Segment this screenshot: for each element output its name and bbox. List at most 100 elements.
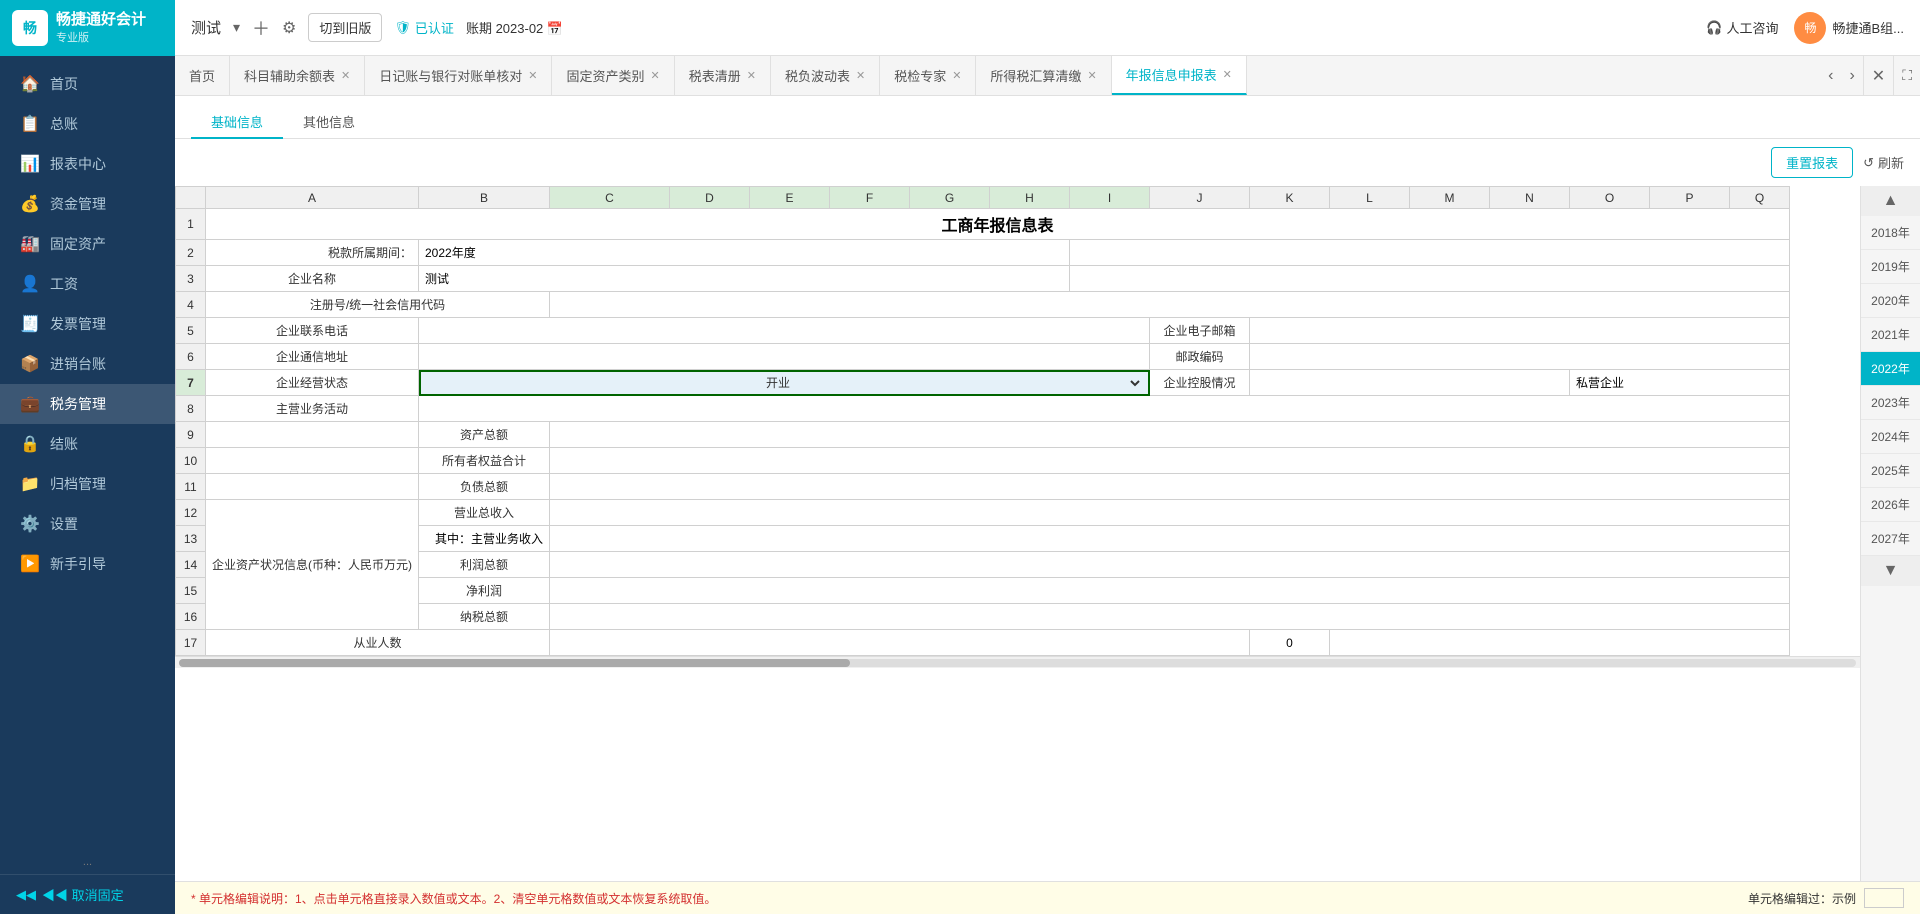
sidebar-item-tax[interactable]: 💼 税务管理 — [0, 384, 175, 424]
cell-11-b[interactable]: 负债总额 — [419, 474, 550, 500]
col-header-h[interactable]: H — [990, 187, 1070, 209]
business-status-select[interactable]: 开业 注销 吊销 迁出 撤销 — [425, 375, 1143, 391]
tab-tax-fluctuation[interactable]: 税负波动表 ✕ — [771, 56, 880, 95]
cell-6-val[interactable] — [419, 344, 1150, 370]
tab-next-button[interactable]: › — [1841, 56, 1862, 95]
cell-13-b-indent[interactable]: 其中：主营业务收入 — [419, 526, 550, 552]
cell-12-val[interactable] — [550, 500, 1790, 526]
user-menu[interactable]: 畅 畅捷通B组... — [1794, 12, 1904, 44]
sidebar-item-salary[interactable]: 👤 工资 — [0, 264, 175, 304]
tab-annual-report[interactable]: 年报信息申报表 ✕ — [1112, 56, 1247, 95]
cancel-pin-button[interactable]: ◀◀ ◀◀ 取消固定 — [0, 874, 175, 914]
col-header-d[interactable]: D — [670, 187, 750, 209]
year-item-2022[interactable]: 2022年 — [1861, 352, 1920, 386]
cell-9-val[interactable] — [550, 422, 1790, 448]
tab-prev-button[interactable]: ‹ — [1820, 56, 1841, 95]
col-header-i[interactable]: I — [1070, 187, 1150, 209]
cell-15-val[interactable] — [550, 578, 1790, 604]
cell-12-a[interactable]: 企业资产状况信息(币种：人民币万元) — [206, 500, 419, 630]
col-header-p[interactable]: P — [1650, 187, 1730, 209]
cell-12-b[interactable]: 营业总收入 — [419, 500, 550, 526]
col-header-e[interactable]: E — [750, 187, 830, 209]
col-header-g[interactable]: G — [910, 187, 990, 209]
sidebar-item-purchase[interactable]: 📦 进销台账 — [0, 344, 175, 384]
cell-6-a[interactable]: 企业通信地址 — [206, 344, 419, 370]
cell-17-val[interactable] — [550, 630, 1250, 656]
year-item-2019[interactable]: 2019年 — [1861, 250, 1920, 284]
cell-5-val[interactable] — [419, 318, 1150, 344]
cell-7-val[interactable]: 开业 注销 吊销 迁出 撤销 — [419, 370, 1150, 396]
tab-close-all-button[interactable]: ✕ — [1863, 56, 1893, 95]
cell-1-title[interactable]: 工商年报信息表 — [206, 209, 1790, 240]
header-add-button[interactable]: ＋ — [252, 15, 270, 41]
cell-14-b[interactable]: 利润总额 — [419, 552, 550, 578]
tab-close-icon[interactable]: ✕ — [1087, 69, 1096, 82]
tab-home[interactable]: 首页 — [175, 56, 230, 95]
tab-tax-list[interactable]: 税表清册 ✕ — [675, 56, 771, 95]
cell-7-a[interactable]: 企业经营状态 — [206, 370, 419, 396]
cell-16-b[interactable]: 纳税总额 — [419, 604, 550, 630]
cell-16-val[interactable] — [550, 604, 1790, 630]
cell-13-val[interactable] — [550, 526, 1790, 552]
col-header-m[interactable]: M — [1410, 187, 1490, 209]
col-header-k[interactable]: K — [1250, 187, 1330, 209]
cell-11-val[interactable] — [550, 474, 1790, 500]
cell-17-a[interactable]: 从业人数 — [206, 630, 550, 656]
col-header-b[interactable]: B — [419, 187, 550, 209]
cell-4-val[interactable] — [550, 292, 1790, 318]
cell-14-val[interactable] — [550, 552, 1790, 578]
switch-old-version-button[interactable]: 切到旧版 — [308, 13, 382, 42]
cell-6-j[interactable]: 邮政编码 — [1150, 344, 1250, 370]
sidebar-item-ledger[interactable]: 📋 总账 — [0, 104, 175, 144]
cell-2-b[interactable]: 2022年度 — [419, 240, 1070, 266]
cell-10-b[interactable]: 所有者权益合计 — [419, 448, 550, 474]
scroll-track[interactable] — [179, 659, 1856, 667]
sub-tab-other[interactable]: 其他信息 — [283, 106, 375, 139]
cell-4-a[interactable]: 注册号/统一社会信用代码 — [206, 292, 550, 318]
reset-report-button[interactable]: 重置报表 — [1771, 147, 1853, 178]
col-header-q[interactable]: Q — [1730, 187, 1790, 209]
cell-15-b[interactable]: 净利润 — [419, 578, 550, 604]
cell-10-val[interactable] — [550, 448, 1790, 474]
col-header-o[interactable]: O — [1570, 187, 1650, 209]
tab-income-tax[interactable]: 所得税汇算清缴 ✕ — [976, 56, 1111, 95]
cell-8-a[interactable]: 主营业务活动 — [206, 396, 419, 422]
col-header-n[interactable]: N — [1490, 187, 1570, 209]
year-item-2023[interactable]: 2023年 — [1861, 386, 1920, 420]
cell-6-j-val[interactable] — [1250, 344, 1790, 370]
cell-7-j-val[interactable] — [1250, 370, 1570, 396]
tab-close-icon[interactable]: ✕ — [341, 69, 350, 82]
year-panel-up-button[interactable]: ▲ — [1861, 186, 1920, 216]
header-dropdown-icon[interactable]: ▾ — [233, 19, 240, 36]
sidebar-item-archive[interactable]: 📁 归档管理 — [0, 464, 175, 504]
cell-9-b[interactable]: 资产总额 — [419, 422, 550, 448]
year-panel-down-button[interactable]: ▼ — [1861, 556, 1920, 586]
tab-tax-inspection[interactable]: 税检专家 ✕ — [880, 56, 976, 95]
cell-3-a[interactable]: 企业名称 — [206, 266, 419, 292]
consult-button[interactable]: 🎧 人工咨询 — [1706, 18, 1778, 37]
year-item-2026[interactable]: 2026年 — [1861, 488, 1920, 522]
sidebar-item-settings[interactable]: ⚙️ 设置 — [0, 504, 175, 544]
cell-5-a[interactable]: 企业联系电话 — [206, 318, 419, 344]
cell-5-j-val[interactable] — [1250, 318, 1790, 344]
refresh-button[interactable]: ↺ 刷新 — [1863, 153, 1904, 172]
cell-7-p[interactable]: 私营企业 — [1570, 370, 1790, 396]
cell-2-a[interactable]: 税款所属期间： — [206, 240, 419, 266]
scroll-thumb[interactable] — [179, 659, 850, 667]
tab-close-icon[interactable]: ✕ — [528, 69, 537, 82]
cell-8-val[interactable] — [419, 396, 1790, 422]
cell-3-b[interactable]: 测试 — [419, 266, 1070, 292]
year-item-2021[interactable]: 2021年 — [1861, 318, 1920, 352]
sub-tab-basic[interactable]: 基础信息 — [191, 106, 283, 139]
col-header-j[interactable]: J — [1150, 187, 1250, 209]
horizontal-scrollbar[interactable] — [175, 656, 1860, 668]
tab-subject-balance[interactable]: 科目辅助余额表 ✕ — [230, 56, 365, 95]
sidebar-item-report[interactable]: 📊 报表中心 — [0, 144, 175, 184]
year-item-2025[interactable]: 2025年 — [1861, 454, 1920, 488]
sidebar-item-fixed[interactable]: 🏭 固定资产 — [0, 224, 175, 264]
cell-17-k[interactable]: 0 — [1250, 630, 1330, 656]
tab-close-icon[interactable]: ✕ — [651, 69, 660, 82]
col-header-a[interactable]: A — [206, 187, 419, 209]
cell-7-j[interactable]: 企业控股情况 — [1150, 370, 1250, 396]
sidebar-item-home[interactable]: 🏠 首页 — [0, 64, 175, 104]
